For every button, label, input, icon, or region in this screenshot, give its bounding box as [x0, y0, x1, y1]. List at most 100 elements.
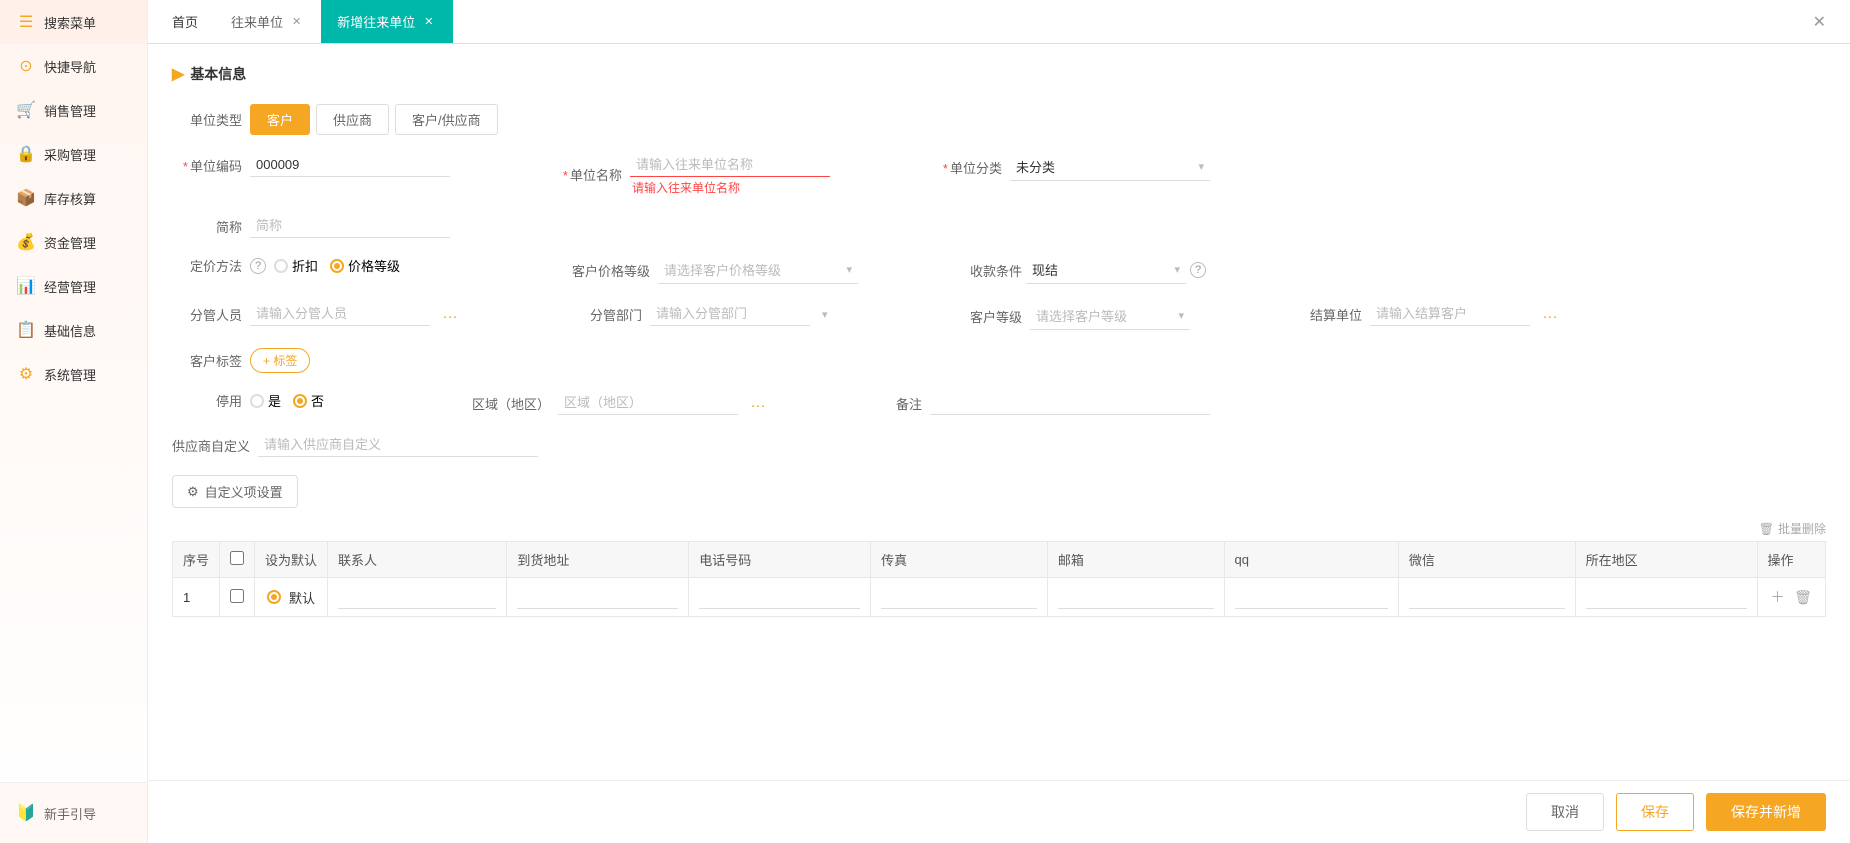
save-new-button[interactable]: 保存并新增 — [1706, 793, 1826, 831]
delete-row-icon[interactable]: 🗑 — [1791, 589, 1815, 605]
sidebar-item-sales[interactable]: 🛒 销售管理 — [0, 88, 147, 132]
qq-input[interactable] — [1235, 585, 1388, 609]
unit-name-input[interactable] — [630, 153, 830, 177]
default-radio[interactable]: 默认 — [265, 588, 317, 607]
disabled-no-circle — [293, 394, 307, 408]
region-table-input[interactable] — [1586, 585, 1747, 609]
customer-price-select[interactable]: 请选择客户价格等级 ▾ — [658, 256, 858, 284]
pricing-group: 定价方法 ? 折扣 价格等级 — [172, 256, 532, 275]
sidebar-item-operations[interactable]: 📊 经营管理 — [0, 264, 147, 308]
purchase-icon: 🔒 — [16, 144, 36, 164]
phone-input[interactable] — [699, 585, 860, 609]
form-footer: 取消 保存 保存并新增 — [148, 780, 1850, 843]
fax-input[interactable] — [881, 585, 1037, 609]
sidebar-item-purchase[interactable]: 🔒 采购管理 — [0, 132, 147, 176]
unit-category-group: *单位分类 未分类 ▾ — [932, 153, 1252, 181]
sidebar-item-quick-nav[interactable]: ⊙ 快捷导航 — [0, 44, 147, 88]
system-icon: ⚙ — [16, 364, 36, 384]
pricing-level-radio[interactable]: 价格等级 — [330, 256, 400, 275]
cell-contact[interactable] — [328, 578, 507, 617]
select-all-checkbox[interactable] — [230, 551, 244, 565]
remark-input[interactable] — [930, 391, 1210, 415]
sidebar-item-search[interactable]: ☰ 搜索菜单 — [0, 0, 147, 44]
sidebar-item-basic-info[interactable]: 📋 基础信息 — [0, 308, 147, 352]
customer-price-chevron-icon: ▾ — [846, 263, 852, 276]
cell-phone[interactable] — [689, 578, 871, 617]
disabled-no-radio[interactable]: 否 — [293, 391, 324, 410]
contact-input[interactable] — [338, 585, 496, 609]
cell-region[interactable] — [1575, 578, 1757, 617]
unit-code-input[interactable] — [250, 153, 450, 177]
customer-tag-group: 客户标签 + 标签 — [172, 348, 1826, 373]
payment-help-icon[interactable]: ? — [1190, 262, 1206, 278]
unit-category-select[interactable]: 未分类 ▾ — [1010, 153, 1210, 181]
btn-customer[interactable]: 客户 — [250, 104, 310, 135]
abbr-group: 简称 — [172, 214, 512, 238]
row-checkbox[interactable] — [230, 589, 244, 603]
btn-both[interactable]: 客户/供应商 — [395, 104, 498, 135]
tab-new-partner[interactable]: 新增往来单位 ✕ — [321, 0, 453, 43]
sidebar-item-guide[interactable]: 🔰 新手引导 — [0, 791, 147, 835]
disabled-label: 停用 — [172, 391, 242, 410]
col-wechat: 微信 — [1398, 542, 1575, 578]
sidebar: ☰ 搜索菜单 ⊙ 快捷导航 🛒 销售管理 🔒 采购管理 📦 库存核算 💰 资金管… — [0, 0, 148, 843]
pricing-help-icon[interactable]: ? — [250, 258, 266, 274]
pricing-discount-radio[interactable]: 折扣 — [274, 256, 318, 275]
region-input[interactable] — [558, 391, 738, 415]
payment-select[interactable]: 现结 ▾ — [1026, 256, 1186, 284]
disabled-group: 停用 是 否 — [172, 391, 432, 410]
batch-delete-button[interactable]: 🗑 批量删除 — [1759, 520, 1826, 537]
tab-home[interactable]: 首页 — [156, 0, 215, 43]
sidebar-item-system[interactable]: ⚙ 系统管理 — [0, 352, 147, 396]
cell-wechat[interactable] — [1398, 578, 1575, 617]
manager-label: 分管人员 — [172, 305, 242, 324]
cell-address[interactable] — [507, 578, 689, 617]
unit-type-buttons: 客户 供应商 客户/供应商 — [250, 104, 498, 135]
cell-email[interactable] — [1047, 578, 1224, 617]
disabled-region-row: 停用 是 否 区域（地区） … 备注 — [172, 391, 1826, 415]
save-button[interactable]: 保存 — [1616, 793, 1694, 831]
email-input[interactable] — [1058, 585, 1214, 609]
disabled-yes-radio[interactable]: 是 — [250, 391, 281, 410]
address-input[interactable] — [517, 585, 678, 609]
table-row: 1 默认 — [173, 578, 1826, 617]
tab-partner[interactable]: 往来单位 ✕ — [215, 0, 321, 43]
sidebar-bottom: 🔰 新手引导 — [0, 782, 147, 843]
custom-settings-icon: ⚙ — [187, 484, 199, 500]
wechat-input[interactable] — [1409, 585, 1565, 609]
dept-input[interactable] — [650, 302, 810, 326]
abbr-input[interactable] — [250, 214, 450, 238]
region-more-icon[interactable]: … — [746, 394, 770, 412]
form-content: ▶ 基本信息 单位类型 客户 供应商 客户/供应商 *单位编码 — [148, 44, 1850, 780]
abbr-label: 简称 — [172, 217, 242, 236]
cancel-button[interactable]: 取消 — [1526, 793, 1604, 831]
supplier-custom-input[interactable] — [258, 433, 538, 457]
category-chevron-icon: ▾ — [1198, 160, 1204, 173]
cell-fax[interactable] — [871, 578, 1048, 617]
manager-more-icon[interactable]: … — [438, 305, 462, 323]
customer-level-select[interactable]: 请选择客户等级 ▾ — [1030, 302, 1190, 330]
col-fax: 传真 — [871, 542, 1048, 578]
custom-settings-button[interactable]: ⚙ 自定义项设置 — [172, 475, 298, 508]
add-tag-button[interactable]: + 标签 — [250, 348, 310, 373]
cell-checkbox[interactable] — [220, 578, 255, 617]
default-circle — [267, 590, 281, 604]
sidebar-item-finance[interactable]: 💰 资金管理 — [0, 220, 147, 264]
col-contact: 联系人 — [328, 542, 507, 578]
customer-tag-label: 客户标签 — [172, 351, 242, 370]
add-row-icon[interactable]: ＋ — [1768, 589, 1788, 605]
batch-delete-area: 🗑 批量删除 — [172, 520, 1826, 537]
quick-nav-icon: ⊙ — [16, 56, 36, 76]
settlement-more-icon[interactable]: … — [1538, 305, 1562, 323]
unit-name-group: *单位名称 请输入往来单位名称 — [552, 153, 892, 196]
cell-qq[interactable] — [1224, 578, 1398, 617]
tab-new-partner-close[interactable]: ✕ — [421, 14, 436, 29]
manager-input[interactable] — [250, 302, 430, 326]
payment-group: 收款条件 现结 ▾ ? — [952, 256, 1252, 284]
btn-supplier[interactable]: 供应商 — [316, 104, 389, 135]
tab-partner-close[interactable]: ✕ — [289, 14, 304, 29]
pricing-row: 定价方法 ? 折扣 价格等级 客户价格等级 请选择客户价格等级 — [172, 256, 1826, 284]
settlement-unit-input[interactable] — [1370, 302, 1530, 326]
window-close-btn[interactable]: ✕ — [1797, 12, 1842, 32]
sidebar-item-inventory[interactable]: 📦 库存核算 — [0, 176, 147, 220]
